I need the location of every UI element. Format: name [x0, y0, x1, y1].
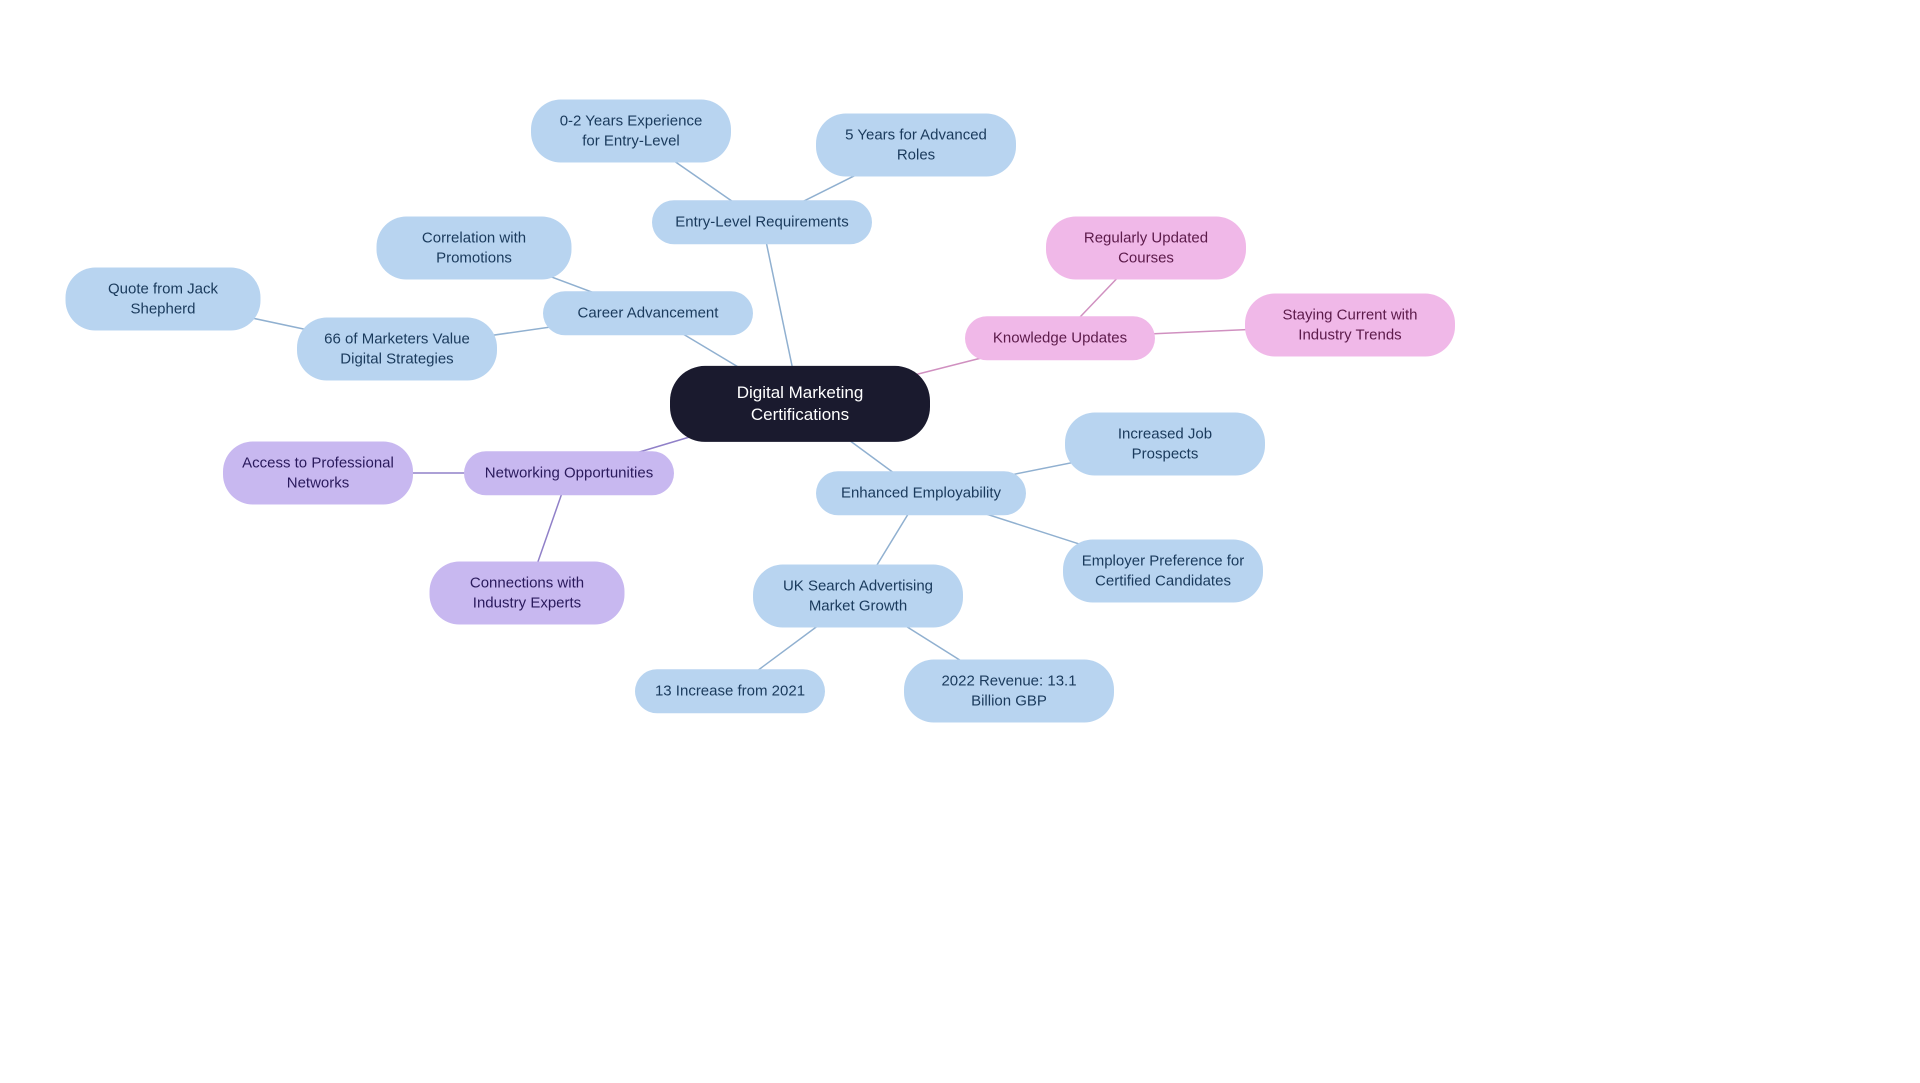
quote-jack-node[interactable]: Quote from Jack Shepherd — [66, 268, 261, 331]
correlation-promotions-node[interactable]: Correlation with Promotions — [377, 217, 572, 280]
increased-job-node[interactable]: Increased Job Prospects — [1065, 413, 1265, 476]
knowledge-updates-node[interactable]: Knowledge Updates — [965, 316, 1155, 360]
staying-current-node[interactable]: Staying Current with Industry Trends — [1245, 294, 1455, 357]
career-advancement-node[interactable]: Career Advancement — [543, 291, 753, 335]
66-marketers-node[interactable]: 66 of Marketers Value Digital Strategies — [297, 318, 497, 381]
zero-two-years-node[interactable]: 0-2 Years Experience for Entry-Level — [531, 100, 731, 163]
employer-pref-node[interactable]: Employer Preference for Certified Candid… — [1063, 540, 1263, 603]
five-years-node[interactable]: 5 Years for Advanced Roles — [816, 114, 1016, 177]
regularly-updated-node[interactable]: Regularly Updated Courses — [1046, 217, 1246, 280]
2022-revenue-node[interactable]: 2022 Revenue: 13.1 Billion GBP — [904, 660, 1114, 723]
center-node[interactable]: Digital Marketing Certifications — [670, 366, 930, 442]
networking-opp-node[interactable]: Networking Opportunities — [464, 451, 674, 495]
mindmap-container: Digital Marketing Certifications Entry-Le… — [0, 0, 1920, 1083]
entry-level-req-node[interactable]: Entry-Level Requirements — [652, 200, 872, 244]
uk-search-node[interactable]: UK Search Advertising Market Growth — [753, 565, 963, 628]
connections-experts-node[interactable]: Connections with Industry Experts — [430, 562, 625, 625]
13-increase-node[interactable]: 13 Increase from 2021 — [635, 669, 825, 713]
enhanced-employ-node[interactable]: Enhanced Employability — [816, 471, 1026, 515]
access-professional-node[interactable]: Access to Professional Networks — [223, 442, 413, 505]
